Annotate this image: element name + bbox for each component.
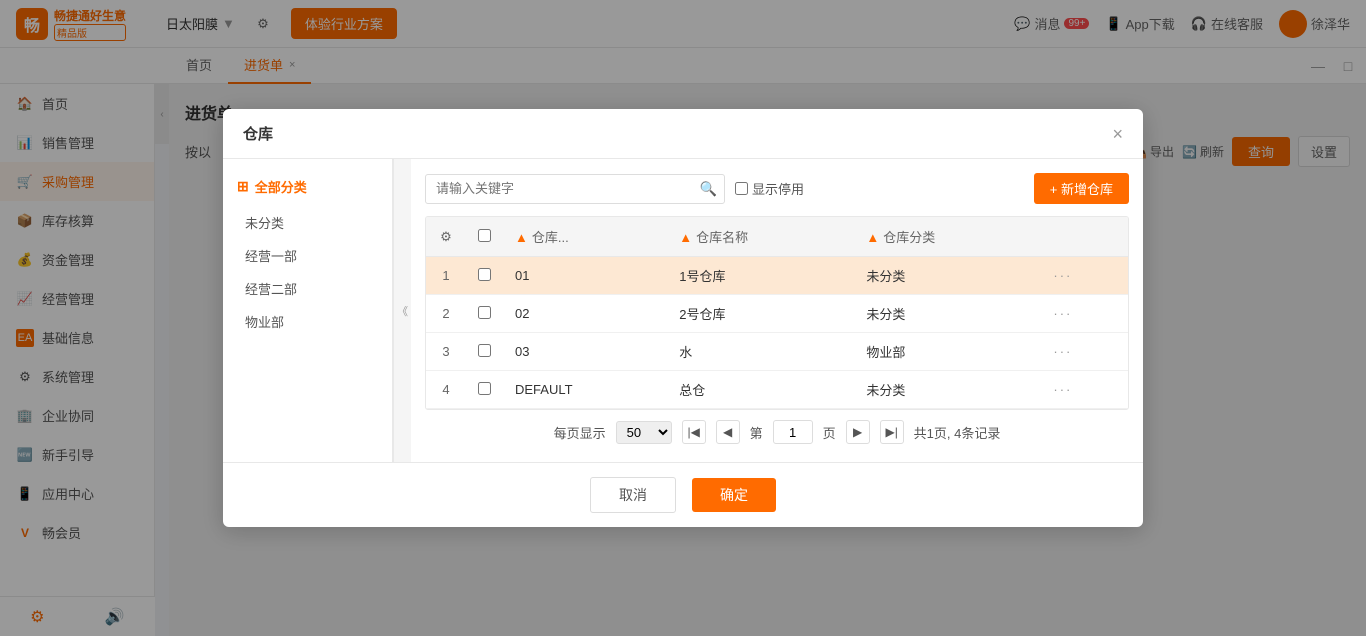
row-category: 未分类: [854, 295, 1041, 333]
row-num: 4: [426, 371, 466, 409]
page-label-di: 第: [750, 423, 763, 442]
modal-category-dept2[interactable]: 经营二部: [223, 272, 392, 305]
search-icon[interactable]: 🔍: [700, 180, 717, 197]
row-code: 01: [503, 257, 667, 295]
modal-body: ⊞ 全部分类 未分类 经营一部 经营二部 物业部 《 🔍 显示停用 + 新增仓库: [223, 159, 1143, 462]
row-name: 1号仓库: [667, 257, 854, 295]
row-category: 未分类: [854, 257, 1041, 295]
row-more-button[interactable]: ···: [1053, 382, 1072, 397]
col-checkbox: [466, 217, 503, 257]
row-code: DEFAULT: [503, 371, 667, 409]
row-num: 3: [426, 333, 466, 371]
modal-header: 仓库 ×: [223, 109, 1143, 159]
modal-category-unclassified[interactable]: 未分类: [223, 206, 392, 239]
row-checkbox[interactable]: [478, 382, 491, 395]
warehouse-table-wrap: ⚙ ▲仓库... ▲仓库名称 ▲仓库分类 1 01 1号仓库 未分类 ···: [425, 216, 1129, 410]
table-row[interactable]: 4 DEFAULT 总仓 未分类 ···: [426, 371, 1128, 409]
row-checkbox-cell[interactable]: [466, 295, 503, 333]
row-num: 1: [426, 257, 466, 295]
table-row[interactable]: 2 02 2号仓库 未分类 ···: [426, 295, 1128, 333]
modal-all-category[interactable]: ⊞ 全部分类: [223, 171, 392, 206]
cancel-button[interactable]: 取消: [590, 477, 676, 513]
select-all-checkbox[interactable]: [478, 229, 491, 242]
table-row[interactable]: 1 01 1号仓库 未分类 ···: [426, 257, 1128, 295]
row-num: 2: [426, 295, 466, 333]
row-checkbox-cell[interactable]: [466, 257, 503, 295]
row-code: 03: [503, 333, 667, 371]
col-category: ▲仓库分类: [854, 217, 1041, 257]
row-more-button[interactable]: ···: [1053, 268, 1072, 283]
new-warehouse-button[interactable]: + 新增仓库: [1034, 173, 1129, 204]
warehouse-table: ⚙ ▲仓库... ▲仓库名称 ▲仓库分类 1 01 1号仓库 未分类 ···: [426, 217, 1128, 409]
modal-sidebar-collapse-button[interactable]: 《: [393, 159, 411, 462]
row-name: 总仓: [667, 371, 854, 409]
row-more-button[interactable]: ···: [1053, 344, 1072, 359]
prev-page-button[interactable]: ◀: [716, 420, 740, 444]
show-disabled-checkbox-label[interactable]: 显示停用: [735, 179, 804, 198]
search-input[interactable]: [425, 174, 725, 204]
modal-category-dept1[interactable]: 经营一部: [223, 239, 392, 272]
col-actions: [1041, 217, 1128, 257]
row-checkbox[interactable]: [478, 268, 491, 281]
row-checkbox-cell[interactable]: [466, 371, 503, 409]
sort-icon-name: ▲: [679, 230, 692, 245]
row-more-button[interactable]: ···: [1053, 306, 1072, 321]
modal-toolbar: 🔍 显示停用 + 新增仓库: [425, 173, 1129, 204]
row-checkbox[interactable]: [478, 306, 491, 319]
row-name: 水: [667, 333, 854, 371]
sort-icon-category: ▲: [866, 230, 879, 245]
row-more[interactable]: ···: [1041, 257, 1128, 295]
row-name: 2号仓库: [667, 295, 854, 333]
row-checkbox[interactable]: [478, 344, 491, 357]
row-checkbox-cell[interactable]: [466, 333, 503, 371]
page-number-input[interactable]: [773, 420, 813, 444]
confirm-button[interactable]: 确定: [692, 478, 776, 512]
first-page-button[interactable]: |◀: [682, 420, 706, 444]
col-code: ▲仓库...: [503, 217, 667, 257]
modal-close-button[interactable]: ×: [1112, 125, 1123, 143]
per-page-select[interactable]: 50 100 200: [616, 421, 672, 444]
row-category: 物业部: [854, 333, 1041, 371]
table-row[interactable]: 3 03 水 物业部 ···: [426, 333, 1128, 371]
modal-footer: 取消 确定: [223, 462, 1143, 527]
row-category: 未分类: [854, 371, 1041, 409]
pagination-bar: 每页显示 50 100 200 |◀ ◀ 第 页 ▶ ▶| 共1页, 4条记录: [425, 410, 1129, 448]
row-more[interactable]: ···: [1041, 371, 1128, 409]
last-page-button[interactable]: ▶|: [880, 420, 904, 444]
sort-icon: ▲: [515, 230, 528, 245]
warehouse-modal: 仓库 × ⊞ 全部分类 未分类 经营一部 经营二部 物业部 《 🔍: [223, 109, 1143, 527]
row-more[interactable]: ···: [1041, 295, 1128, 333]
row-more[interactable]: ···: [1041, 333, 1128, 371]
search-input-wrap: 🔍: [425, 174, 725, 204]
row-code: 02: [503, 295, 667, 333]
modal-main-content: 🔍 显示停用 + 新增仓库 ⚙ ▲仓库... ▲仓库名称: [411, 159, 1143, 462]
modal-category-property[interactable]: 物业部: [223, 305, 392, 338]
grid-icon: ⊞: [237, 178, 249, 195]
next-page-button[interactable]: ▶: [846, 420, 870, 444]
modal-title: 仓库: [243, 123, 273, 144]
col-name: ▲仓库名称: [667, 217, 854, 257]
show-disabled-checkbox[interactable]: [735, 182, 748, 195]
col-settings: ⚙: [426, 217, 466, 257]
modal-category-sidebar: ⊞ 全部分类 未分类 经营一部 经营二部 物业部: [223, 159, 393, 462]
